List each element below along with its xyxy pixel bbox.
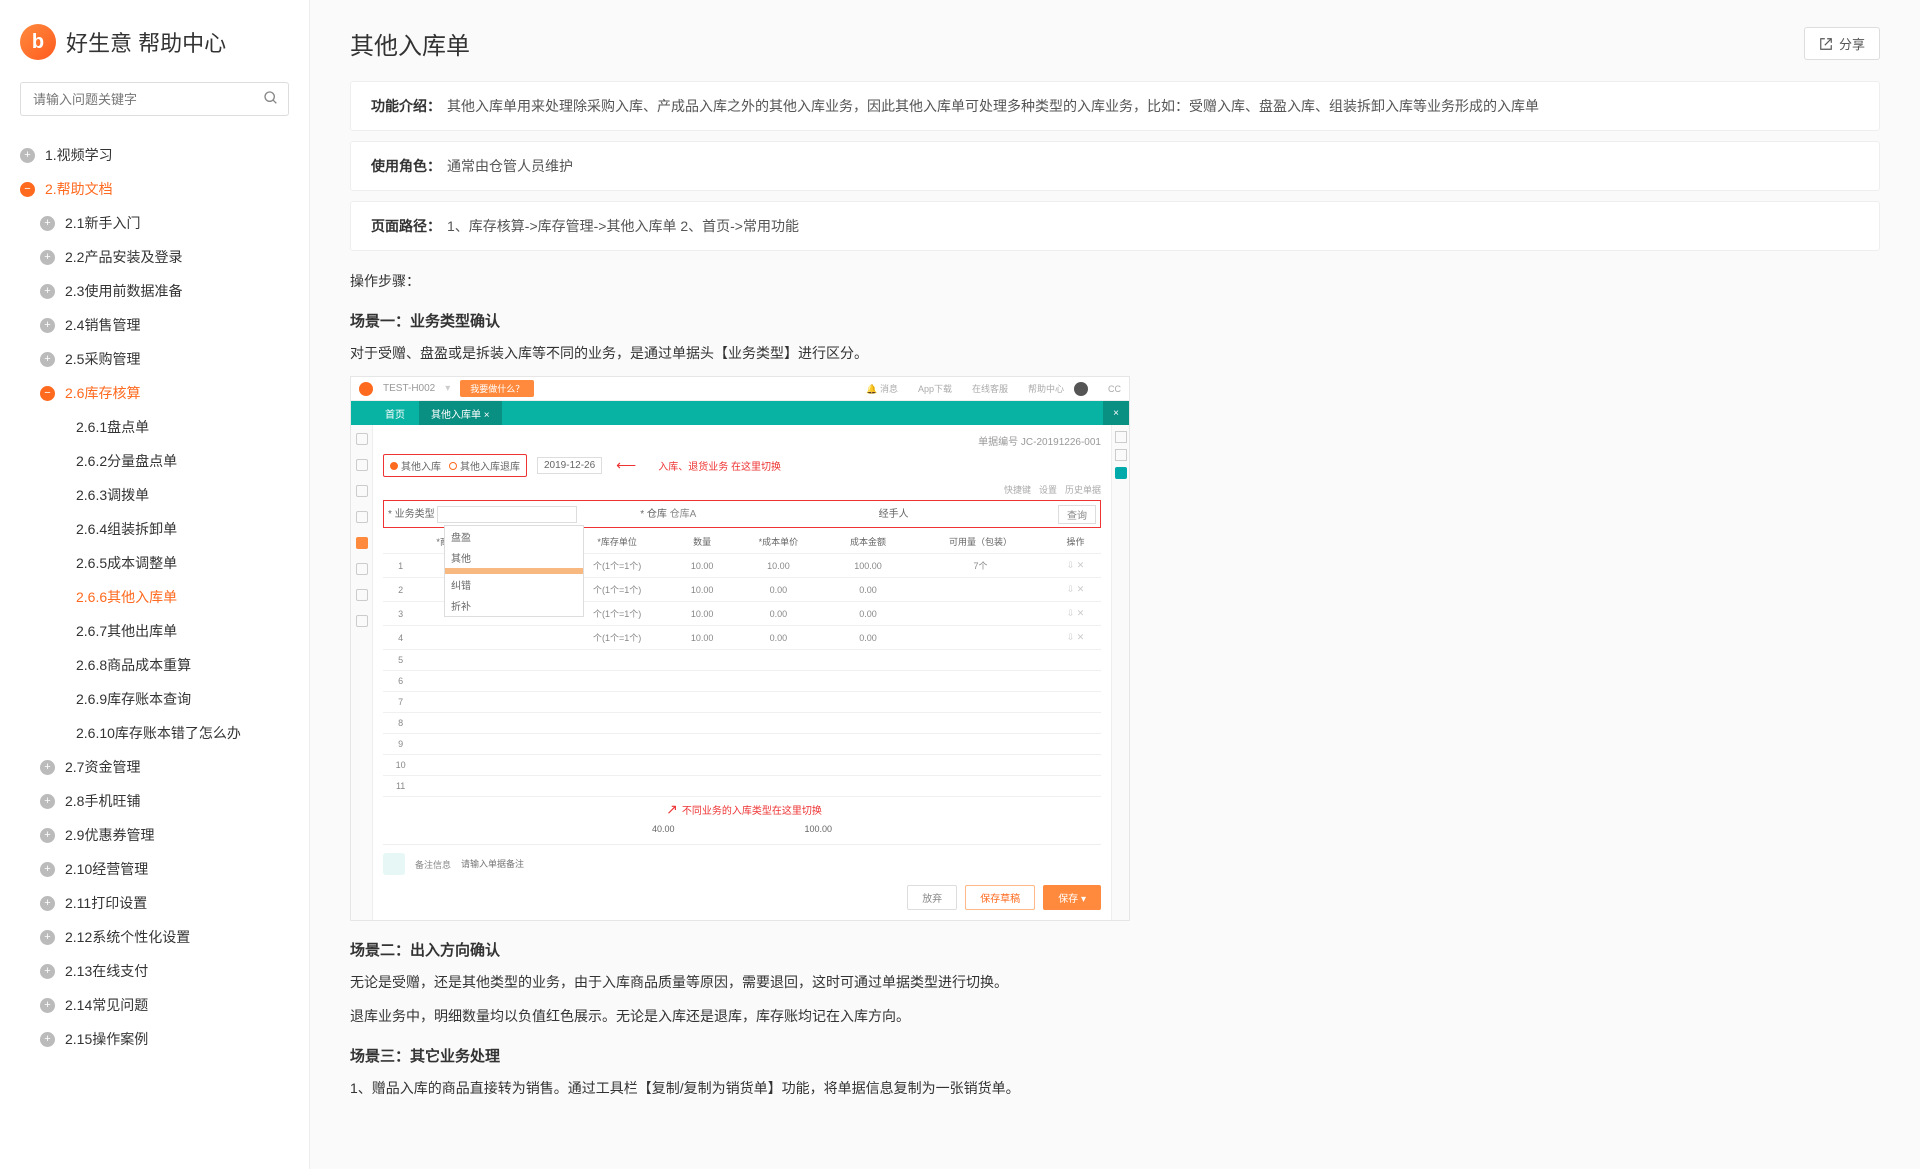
mini-msg: 🔔 消息 (866, 382, 898, 395)
biztype-select (437, 506, 577, 523)
btn-discard: 放弃 (907, 885, 957, 910)
nav-2-9[interactable]: +2.9优惠券管理 (20, 818, 289, 852)
nav-2-4[interactable]: +2.4销售管理 (20, 308, 289, 342)
btn-save-draft: 保存草稿 (965, 885, 1035, 910)
annot-type-switch: 其他入库 其他入库退库 (383, 454, 527, 477)
share-icon (1819, 37, 1833, 51)
nav-2-6[interactable]: −2.6库存核算 (20, 376, 289, 410)
steps-label: 操作步骤： (350, 269, 1880, 294)
annot-biztype-box: * 业务类型 * 仓库 仓库A 经手人 查询 盘盈 其他 纠错 (383, 500, 1101, 528)
logo-icon: b (20, 24, 56, 60)
nav-2-2[interactable]: +2.2产品安装及登录 (20, 240, 289, 274)
query-btn: 查询 (1058, 505, 1096, 524)
remark-icon (383, 853, 405, 875)
nav-docs[interactable]: −2.帮助文档 (20, 172, 289, 206)
nav-2-3[interactable]: +2.3使用前数据准备 (20, 274, 289, 308)
path-box: 页面路径：1、库存核算->库存管理->其他入库单 2、首页->常用功能 (350, 201, 1880, 251)
nav-2-12[interactable]: +2.12系统个性化设置 (20, 920, 289, 954)
lb-icon-active (356, 537, 368, 549)
mini-cta: 我要做什么？ (460, 380, 534, 397)
nav-2-6-6[interactable]: 2.6.6其他入库单 (20, 580, 289, 614)
total-amt: 100.00 (805, 824, 833, 834)
scene1-text: 对于受赠、盘盈或是拆装入库等不同的业务，是通过单据头【业务类型】进行区分。 (350, 341, 1880, 366)
nav-2-11[interactable]: +2.11打印设置 (20, 886, 289, 920)
screenshot-figure: TEST-H002 ▾ 我要做什么？ 🔔 消息 App下载 在线客服 帮助中心 … (350, 376, 1130, 921)
avatar (1074, 382, 1088, 396)
btn-save: 保存 ▾ (1043, 885, 1101, 910)
nav-2-13[interactable]: +2.13在线支付 (20, 954, 289, 988)
nav-2-1[interactable]: +2.1新手入门 (20, 206, 289, 240)
total-qty: 40.00 (652, 824, 675, 834)
nav-2-10[interactable]: +2.10经营管理 (20, 852, 289, 886)
nav-2-7[interactable]: +2.7资金管理 (20, 750, 289, 784)
annot-note1: 入库、退货业务 在这里切换 (658, 458, 781, 473)
rb-icon (1115, 449, 1127, 461)
nav-tree: +1.视频学习 −2.帮助文档 +2.1新手入门 +2.2产品安装及登录 +2.… (20, 138, 289, 1056)
rb-icon-active (1115, 467, 1127, 479)
tool-settings: 设置 (1039, 483, 1057, 496)
share-button[interactable]: 分享 (1804, 27, 1880, 60)
lb-icon (356, 433, 368, 445)
search-wrap (20, 82, 289, 116)
nav-2-6-10[interactable]: 2.6.10库存账本错了怎么办 (20, 716, 289, 750)
lb-icon (356, 511, 368, 523)
mini-help: 帮助中心 (1028, 382, 1064, 395)
scene2-title: 场景二：出入方向确认 (350, 939, 1880, 960)
scene2-p1: 无论是受赠，还是其他类型的业务，由于入库商品质量等原因，需要退回，这时可通过单据… (350, 970, 1880, 995)
tool-history: 历史单据 (1065, 483, 1101, 496)
mini-user: CC (1108, 384, 1121, 394)
scene3-p1: 1、赠品入库的商品直接转为销售。通过工具栏【复制/复制为销货单】功能，将单据信息… (350, 1076, 1880, 1101)
brand-text: 好生意 帮助中心 (66, 26, 226, 58)
scene1-title: 场景一：业务类型确认 (350, 310, 1880, 331)
arrow-icon: ⟵ (616, 457, 636, 474)
nav-2-6-1[interactable]: 2.6.1盘点单 (20, 410, 289, 444)
nav-2-5[interactable]: +2.5采购管理 (20, 342, 289, 376)
nav-2-15[interactable]: +2.15操作案例 (20, 1022, 289, 1056)
lb-icon (356, 459, 368, 471)
page-title: 其他入库单 (350, 26, 470, 61)
article-body: 操作步骤： 场景一：业务类型确认 对于受赠、盘盈或是拆装入库等不同的业务，是通过… (350, 269, 1880, 1101)
nav-2-6-3[interactable]: 2.6.3调拨单 (20, 478, 289, 512)
doc-number: 单据编号 JC-20191226-001 (978, 433, 1101, 448)
mini-tab-home: 首页 (373, 401, 417, 425)
nav-2-6-2[interactable]: 2.6.2分量盘点单 (20, 444, 289, 478)
search-input[interactable] (20, 82, 289, 116)
scene3-title: 场景三：其它业务处理 (350, 1045, 1880, 1066)
search-icon[interactable] (263, 90, 279, 109)
scene2-p2: 退库业务中，明细数量均以负值红色展示。无论是入库还是退库，库存账均记在入库方向。 (350, 1004, 1880, 1029)
rb-icon (1115, 431, 1127, 443)
lb-icon (356, 615, 368, 627)
logo-area[interactable]: b 好生意 帮助中心 (20, 24, 289, 60)
nav-2-6-4[interactable]: 2.6.4组装拆卸单 (20, 512, 289, 546)
lb-icon (356, 563, 368, 575)
remark-input (461, 859, 1101, 869)
mini-tab-doc: 其他入库单 × (419, 401, 502, 425)
remark-label: 备注信息 (415, 858, 451, 871)
role-box: 使用角色：通常由仓管人员维护 (350, 141, 1880, 191)
nav-2-6-7[interactable]: 2.6.7其他出库单 (20, 614, 289, 648)
lb-icon (356, 485, 368, 497)
nav-2-6-9[interactable]: 2.6.9库存账本查询 (20, 682, 289, 716)
mini-logo-icon (359, 382, 373, 396)
tool-shortcut: 快捷键 (1004, 483, 1031, 496)
nav-video[interactable]: +1.视频学习 (20, 138, 289, 172)
mini-cs: 在线客服 (972, 382, 1008, 395)
nav-2-6-5[interactable]: 2.6.5成本调整单 (20, 546, 289, 580)
lb-icon (356, 589, 368, 601)
mini-account: TEST-H002 (383, 383, 435, 394)
biztype-dropdown: 盘盈 其他 纠错 折补 (444, 525, 584, 617)
arrow-icon: ↗ (666, 801, 678, 817)
sidebar: b 好生意 帮助中心 +1.视频学习 −2.帮助文档 +2.1新手入门 +2.2… (0, 0, 310, 1169)
mini-app: App下载 (918, 382, 952, 395)
nav-2-8[interactable]: +2.8手机旺铺 (20, 784, 289, 818)
content: 其他入库单 分享 功能介绍：其他入库单用来处理除采购入库、产成品入库之外的其他入… (310, 0, 1920, 1169)
nav-2-6-8[interactable]: 2.6.8商品成本重算 (20, 648, 289, 682)
nav-2-14[interactable]: +2.14常见问题 (20, 988, 289, 1022)
annot-note2: 不同业务的入库类型在这里切换 (682, 806, 822, 817)
date-field: 2019-12-26 (537, 457, 602, 474)
mini-tab-close-icon: × (1103, 401, 1129, 425)
intro-box: 功能介绍：其他入库单用来处理除采购入库、产成品入库之外的其他入库业务，因此其他入… (350, 81, 1880, 131)
